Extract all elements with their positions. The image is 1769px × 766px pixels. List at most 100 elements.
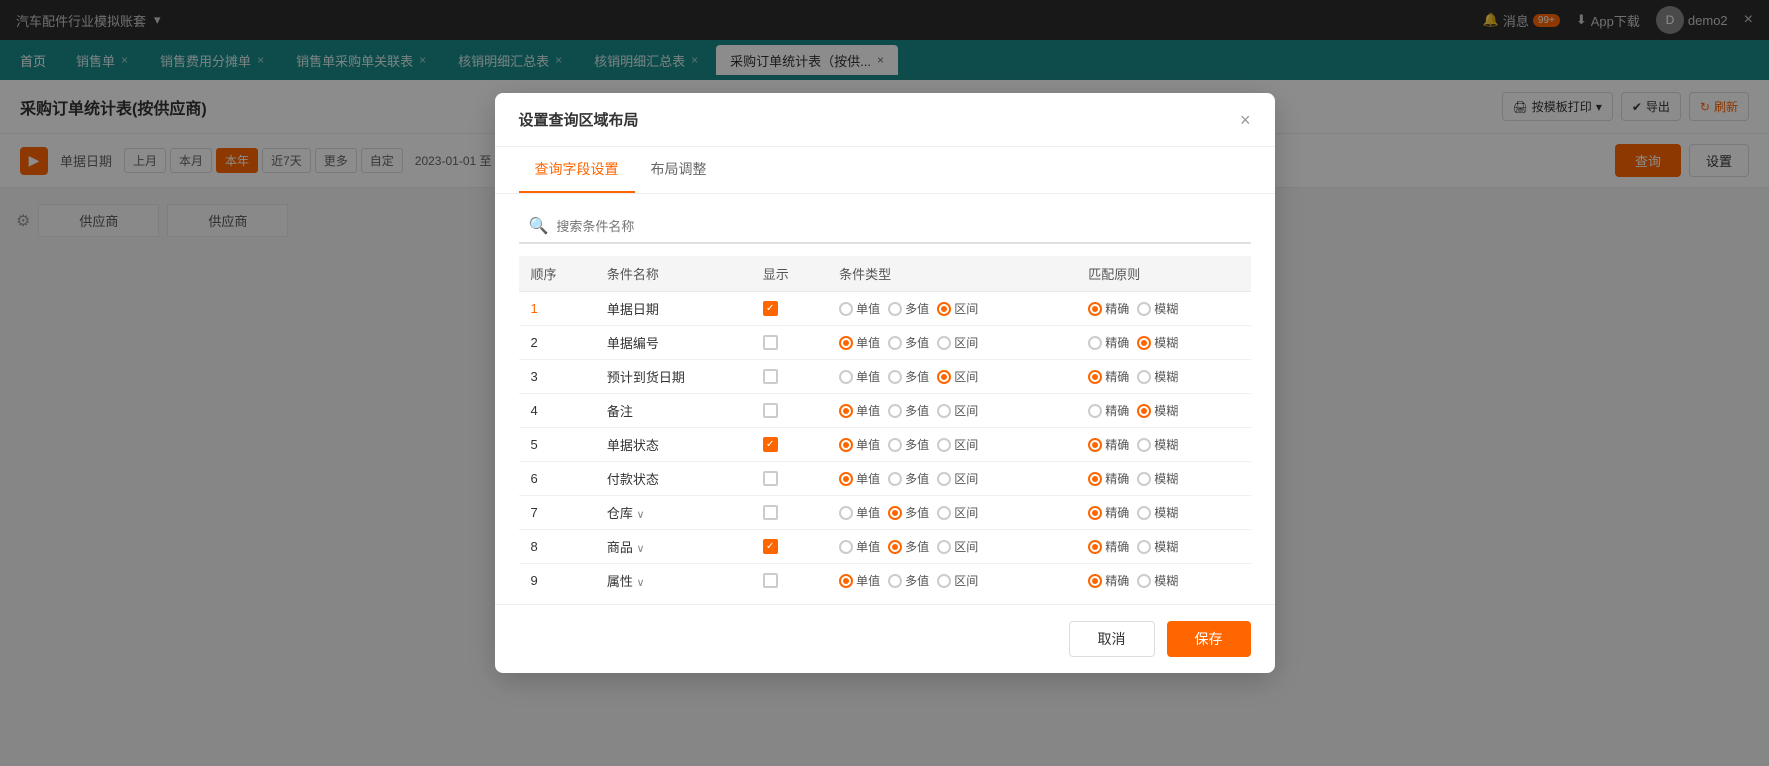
type-radio-multi[interactable]: 多值	[888, 470, 929, 487]
match-radio-fuzzy[interactable]: 模糊	[1137, 334, 1178, 351]
match-radio-exact[interactable]: 精确	[1088, 402, 1129, 419]
condition-search-bar: 🔍	[519, 210, 1251, 244]
table-row: 9 属性 ∨ 单值	[519, 564, 1251, 597]
type-radio-multi[interactable]: 多值	[888, 436, 929, 453]
type-radio-single[interactable]: 单值	[839, 572, 880, 589]
match-radio-exact[interactable]: 精确	[1088, 572, 1129, 589]
table-row: 1 单据日期 ✓ 单值	[519, 292, 1251, 326]
display-checkbox[interactable]	[763, 573, 778, 588]
match-radio-exact[interactable]: 精确	[1088, 470, 1129, 487]
seq-number: 9	[531, 573, 538, 588]
type-radio-multi[interactable]: 多值	[888, 538, 929, 555]
type-radio-multi[interactable]: 多值	[888, 504, 929, 521]
display-checkbox[interactable]: ✓	[763, 301, 778, 316]
radio-multi-circle	[888, 438, 902, 452]
match-radio-exact[interactable]: 精确	[1088, 300, 1129, 317]
type-radio-group: 单值 多值 区间	[839, 572, 1064, 589]
type-radio-group: 单值 多值 区间	[839, 300, 1064, 317]
type-radio-range[interactable]: 区间	[937, 504, 978, 521]
display-checkbox[interactable]	[763, 369, 778, 384]
radio-single-circle	[839, 540, 853, 554]
tab-layout-adjust-label: 布局调整	[651, 161, 707, 177]
match-radio-exact[interactable]: 精确	[1088, 436, 1129, 453]
match-radio-fuzzy[interactable]: 模糊	[1137, 504, 1178, 521]
type-radio-range[interactable]: 区间	[937, 436, 978, 453]
type-radio-range[interactable]: 区间	[937, 470, 978, 487]
type-radio-single[interactable]: 单值	[839, 300, 880, 317]
match-radio-exact[interactable]: 精确	[1088, 538, 1129, 555]
type-radio-group: 单值 多值 区间	[839, 470, 1064, 487]
type-radio-range[interactable]: 区间	[937, 572, 978, 589]
modal-close-button[interactable]: ×	[1240, 111, 1251, 129]
type-radio-range[interactable]: 区间	[937, 300, 978, 317]
match-radio-fuzzy[interactable]: 模糊	[1137, 538, 1178, 555]
type-radio-multi[interactable]: 多值	[888, 300, 929, 317]
type-radio-single[interactable]: 单值	[839, 402, 880, 419]
table-row: 4 备注 单值	[519, 394, 1251, 428]
conditions-table-head: 顺序 条件名称 显示 条件类型 匹配原则	[519, 256, 1251, 292]
type-radio-single[interactable]: 单值	[839, 436, 880, 453]
modal-footer: 取消 保存	[495, 604, 1275, 673]
type-radio-range[interactable]: 区间	[937, 334, 978, 351]
match-radio-fuzzy[interactable]: 模糊	[1137, 300, 1178, 317]
seq-number: 4	[531, 403, 538, 418]
type-radio-single[interactable]: 单值	[839, 504, 880, 521]
radio-range-circle	[937, 370, 951, 384]
match-radio-exact[interactable]: 精确	[1088, 368, 1129, 385]
radio-range-circle	[937, 336, 951, 350]
modal-title: 设置查询区域布局	[519, 109, 639, 130]
match-radio-exact[interactable]: 精确	[1088, 334, 1129, 351]
type-radio-multi[interactable]: 多值	[888, 334, 929, 351]
condition-name: 单据状态	[607, 438, 659, 453]
type-radio-range[interactable]: 区间	[937, 368, 978, 385]
type-radio-range[interactable]: 区间	[937, 402, 978, 419]
tab-query-fields[interactable]: 查询字段设置	[519, 147, 635, 193]
match-radio-fuzzy[interactable]: 模糊	[1137, 368, 1178, 385]
match-radio-group: 精确 模糊	[1088, 402, 1238, 419]
display-checkbox[interactable]: ✓	[763, 437, 778, 452]
radio-exact-circle	[1088, 506, 1102, 520]
type-radio-multi[interactable]: 多值	[888, 402, 929, 419]
match-radio-fuzzy[interactable]: 模糊	[1137, 402, 1178, 419]
type-radio-group: 单值 多值 区间	[839, 538, 1064, 555]
type-radio-multi[interactable]: 多值	[888, 572, 929, 589]
match-radio-group: 精确 模糊	[1088, 300, 1238, 317]
type-radio-single[interactable]: 单值	[839, 538, 880, 555]
display-checkbox[interactable]	[763, 471, 778, 486]
condition-name: 仓库 ∨	[607, 506, 645, 521]
radio-range-circle	[937, 438, 951, 452]
col-header-seq: 顺序	[519, 256, 595, 292]
table-row: 5 单据状态 ✓ 单值	[519, 428, 1251, 462]
conditions-table-scroll[interactable]: 顺序 条件名称 显示 条件类型 匹配原则 1 单据日期 ✓	[519, 256, 1251, 596]
display-checkbox[interactable]	[763, 335, 778, 350]
match-radio-fuzzy[interactable]: 模糊	[1137, 436, 1178, 453]
condition-search-input[interactable]	[556, 219, 756, 234]
type-radio-range[interactable]: 区间	[937, 538, 978, 555]
tab-layout-adjust[interactable]: 布局调整	[635, 147, 723, 193]
type-radio-multi[interactable]: 多值	[888, 368, 929, 385]
seq-number: 8	[531, 539, 538, 554]
save-button[interactable]: 保存	[1167, 621, 1251, 657]
type-radio-group: 单值 多值 区间	[839, 504, 1064, 521]
seq-number: 3	[531, 369, 538, 384]
conditions-table-body: 1 单据日期 ✓ 单值	[519, 292, 1251, 597]
radio-exact-circle	[1088, 336, 1102, 350]
seq-number: 1	[531, 301, 538, 316]
radio-fuzzy-circle	[1137, 506, 1151, 520]
display-checkbox[interactable]	[763, 505, 778, 520]
display-checkbox[interactable]: ✓	[763, 539, 778, 554]
match-radio-exact[interactable]: 精确	[1088, 504, 1129, 521]
col-header-type: 条件类型	[827, 256, 1076, 292]
type-radio-single[interactable]: 单值	[839, 368, 880, 385]
radio-multi-circle	[888, 472, 902, 486]
match-radio-fuzzy[interactable]: 模糊	[1137, 470, 1178, 487]
table-row: 2 单据编号 单值	[519, 326, 1251, 360]
radio-single-circle	[839, 574, 853, 588]
condition-name: 商品 ∨	[607, 540, 645, 555]
type-radio-single[interactable]: 单值	[839, 334, 880, 351]
display-checkbox[interactable]	[763, 403, 778, 418]
cancel-button[interactable]: 取消	[1069, 621, 1155, 657]
type-radio-single[interactable]: 单值	[839, 470, 880, 487]
match-radio-fuzzy[interactable]: 模糊	[1137, 572, 1178, 589]
radio-single-circle	[839, 472, 853, 486]
